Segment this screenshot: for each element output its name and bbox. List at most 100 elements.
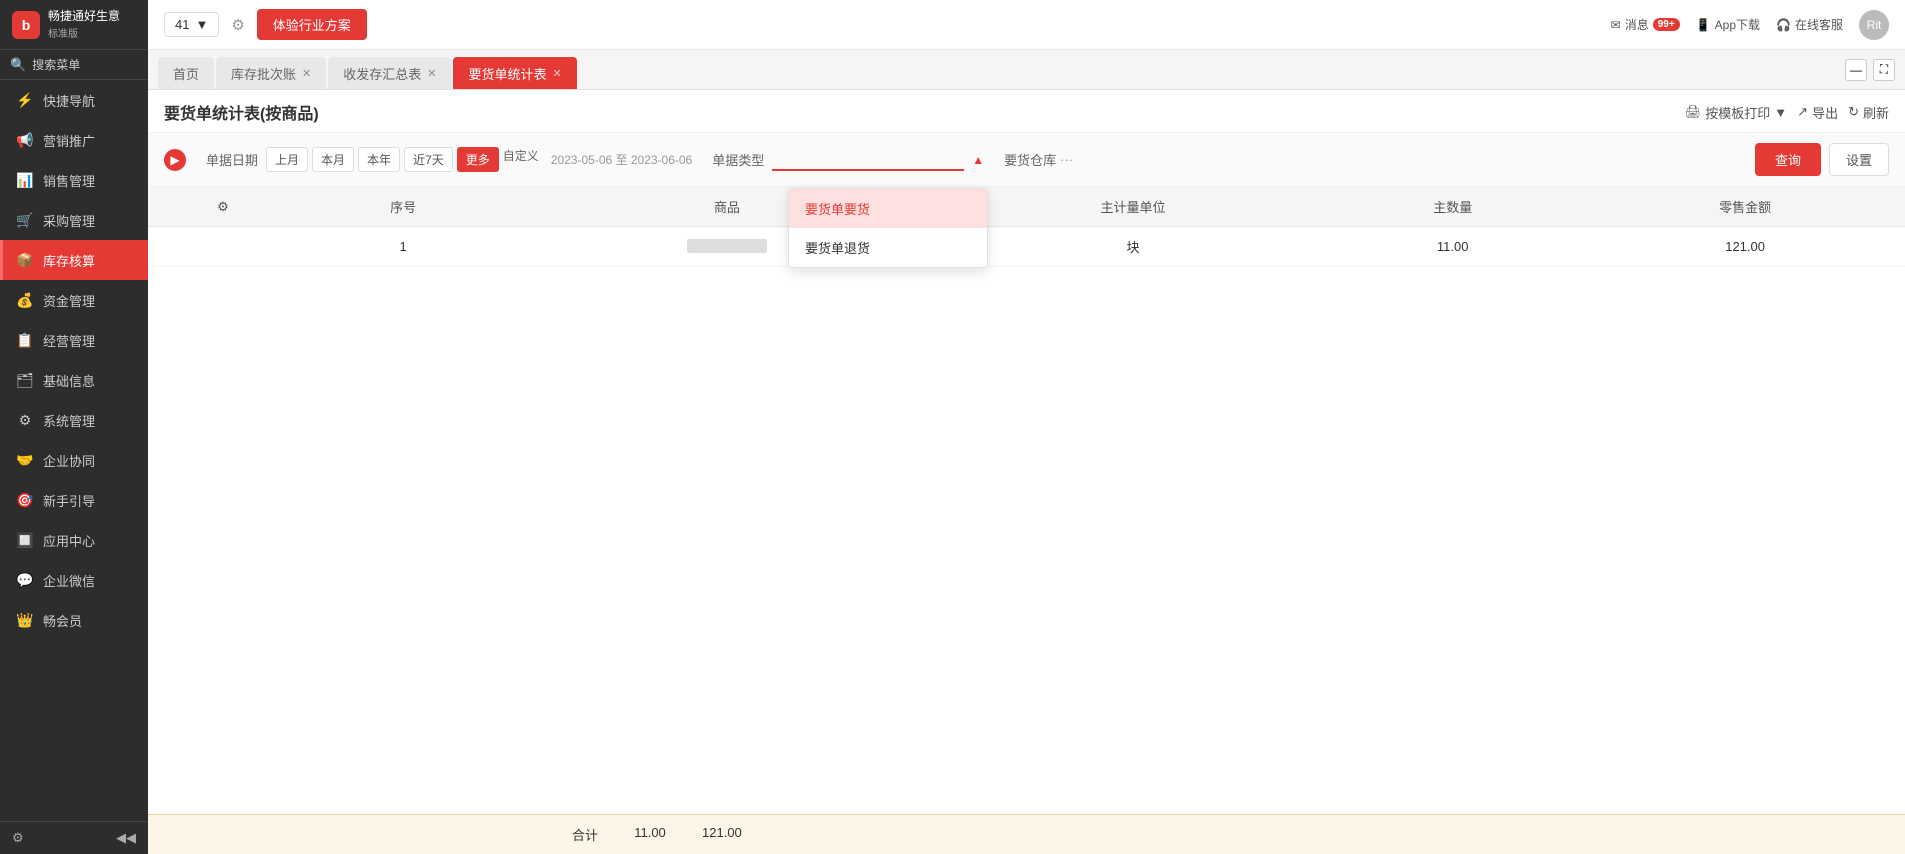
- page-header-actions: 🖨 按模板打印 ▼ ↗ 导出 ↻ 刷新: [1685, 103, 1889, 122]
- tabbar: 首页 库存批次账 ✕ 收发存汇总表 ✕ 要货单统计表 ✕ — ⛶: [148, 50, 1905, 90]
- footer-amount: 121.00: [690, 825, 754, 844]
- sidebar-item-sales-label: 销售管理: [43, 171, 95, 190]
- sidebar-item-apps-label: 应用中心: [43, 531, 95, 550]
- sidebar-item-quick-nav[interactable]: ⚡ 快捷导航: [0, 80, 148, 120]
- topbar-left: 41 ▼ ⚙ 体验行业方案: [164, 9, 367, 40]
- sidebar-item-member-label: 畅会员: [43, 611, 82, 630]
- sidebar-item-system[interactable]: ⚙ 系统管理: [0, 400, 148, 440]
- system-icon: ⚙: [15, 410, 35, 430]
- sidebar-item-purchase-label: 采购管理: [43, 211, 95, 230]
- apps-icon: 🔲: [15, 530, 35, 550]
- sidebar-item-operations[interactable]: 📋 经营管理: [0, 320, 148, 360]
- date-filter-group: 单据日期 上月 本月 本年 近7天 更多 自定义 2023-05-06 至 20…: [206, 147, 692, 172]
- tab-receive-summary-close[interactable]: ✕: [427, 67, 436, 80]
- product-name-blurred: [687, 239, 767, 253]
- topbar: 41 ▼ ⚙ 体验行业方案 ✉ 消息 99+ 📱 App下载 🎧 在线客服 Ri…: [148, 0, 1905, 50]
- type-dropdown-arrow[interactable]: ▲: [972, 153, 984, 167]
- sidebar-nav: ⚡ 快捷导航 📢 营销推广 📊 销售管理 🛒 采购管理 📦 库存核算 💰 资金管…: [0, 80, 148, 821]
- collapse-btn[interactable]: ◀◀: [116, 830, 136, 846]
- guide-icon: 🎯: [15, 490, 35, 510]
- service-label: 在线客服: [1795, 16, 1843, 33]
- settings-footer-btn[interactable]: ⚙: [12, 830, 24, 846]
- sidebar-item-apps[interactable]: 🔲 应用中心: [0, 520, 148, 560]
- online-service-btn[interactable]: 🎧 在线客服: [1776, 16, 1843, 33]
- basic-icon: 🗂: [15, 370, 35, 390]
- warehouse-more-icon[interactable]: ···: [1060, 152, 1073, 167]
- warehouse-filter-label: 要货仓库: [1004, 150, 1056, 169]
- sidebar-item-inventory-label: 库存核算: [43, 251, 95, 270]
- sidebar-footer: ⚙ ◀◀: [0, 821, 148, 854]
- page-title: 要货单统计表(按商品): [164, 100, 319, 124]
- filter-expand-btn[interactable]: ▶: [164, 149, 186, 171]
- tab-order-summary-close[interactable]: ✕: [553, 67, 562, 80]
- sidebar-item-guide[interactable]: 🎯 新手引导: [0, 480, 148, 520]
- sidebar-item-finance-label: 资金管理: [43, 291, 95, 310]
- sidebar-item-purchase[interactable]: 🛒 采购管理: [0, 200, 148, 240]
- table-header-row: ⚙ 序号 商品 主计量单位 主数量 零售金额: [148, 187, 1905, 227]
- dropdown-item-order-req[interactable]: 要货单要货: [789, 189, 987, 228]
- dropdown-item-order-return[interactable]: 要货单退货: [789, 228, 987, 267]
- tab-inventory-batch-close[interactable]: ✕: [302, 67, 311, 80]
- search-icon: 🔍: [10, 57, 26, 73]
- col-num: 序号: [298, 187, 508, 227]
- tab-receive-summary[interactable]: 收发存汇总表 ✕: [328, 57, 451, 89]
- refresh-btn[interactable]: ↻ 刷新: [1848, 103, 1889, 122]
- filter-settings-btn[interactable]: 设置: [1829, 143, 1889, 176]
- page-content: 要货单统计表(按商品) 🖨 按模板打印 ▼ ↗ 导出 ↻ 刷新 ▶: [148, 90, 1905, 854]
- date-btn-last-month[interactable]: 上月: [266, 147, 308, 172]
- print-chevron-icon: ▼: [1774, 105, 1787, 120]
- type-dropdown-menu: 要货单要货 要货单退货: [788, 188, 988, 268]
- phone-icon: 📱: [1696, 18, 1711, 32]
- sales-icon: 📊: [15, 170, 35, 190]
- date-btn-this-year[interactable]: 本年: [358, 147, 400, 172]
- tab-minimize-btn[interactable]: —: [1845, 59, 1867, 81]
- finance-icon: 💰: [15, 290, 35, 310]
- inventory-icon: 📦: [15, 250, 35, 270]
- industry-btn[interactable]: 体验行业方案: [257, 9, 367, 40]
- query-btn[interactable]: 查询: [1755, 143, 1821, 176]
- tab-inventory-batch[interactable]: 库存批次账 ✕: [216, 57, 326, 89]
- tab-order-summary[interactable]: 要货单统计表 ✕: [453, 57, 576, 89]
- print-template-btn[interactable]: 🖨 按模板打印 ▼: [1685, 103, 1787, 122]
- app-name: 畅捷通好生意: [48, 9, 120, 25]
- export-btn[interactable]: ↗ 导出: [1797, 103, 1838, 122]
- col-amount: 零售金额: [1585, 187, 1905, 227]
- sidebar-item-member[interactable]: 👑 畅会员: [0, 600, 148, 640]
- app-logo-icon: b: [12, 11, 40, 39]
- sidebar-item-marketing[interactable]: 📢 营销推广: [0, 120, 148, 160]
- sidebar-item-finance[interactable]: 💰 资金管理: [0, 280, 148, 320]
- sidebar-item-enterprise[interactable]: 🤝 企业协同: [0, 440, 148, 480]
- wechat-icon: 💬: [15, 570, 35, 590]
- app-download-btn[interactable]: 📱 App下载: [1696, 16, 1760, 33]
- sidebar-item-quick-nav-label: 快捷导航: [43, 91, 95, 110]
- enterprise-icon: 🤝: [15, 450, 35, 470]
- sidebar-search-label: 搜索菜单: [32, 56, 80, 73]
- topbar-gear-icon[interactable]: ⚙: [231, 16, 244, 34]
- sidebar-item-basic[interactable]: 🗂 基础信息: [0, 360, 148, 400]
- sidebar-item-operations-label: 经营管理: [43, 331, 95, 350]
- date-btn-more[interactable]: 更多: [457, 147, 499, 172]
- print-template-label: 按模板打印: [1705, 103, 1770, 122]
- sidebar-search[interactable]: 🔍 搜索菜单: [0, 50, 148, 80]
- tab-home[interactable]: 首页: [158, 57, 214, 89]
- type-filter-input[interactable]: [772, 148, 964, 171]
- quick-nav-icon: ⚡: [15, 90, 35, 110]
- operations-icon: 📋: [15, 330, 35, 350]
- date-btn-this-month[interactable]: 本月: [312, 147, 354, 172]
- sidebar-item-inventory[interactable]: 📦 库存核算: [0, 240, 148, 280]
- store-selector[interactable]: 41 ▼: [164, 12, 219, 37]
- date-btn-last-7-days[interactable]: 近7天: [404, 147, 453, 172]
- user-avatar[interactable]: Rit: [1859, 10, 1889, 40]
- sidebar-item-wechat[interactable]: 💬 企业微信: [0, 560, 148, 600]
- col-settings[interactable]: ⚙: [148, 187, 298, 227]
- sidebar-item-wechat-label: 企业微信: [43, 571, 95, 590]
- tab-maximize-btn[interactable]: ⛶: [1873, 59, 1895, 81]
- avatar-text: Rit: [1867, 18, 1882, 32]
- type-filter-group: 单据类型 ▲: [712, 148, 984, 171]
- purchase-icon: 🛒: [15, 210, 35, 230]
- date-custom-btn[interactable]: 自定义: [503, 147, 539, 172]
- store-selector-arrow: ▼: [195, 17, 208, 32]
- message-btn[interactable]: ✉ 消息 99+: [1611, 16, 1680, 33]
- row-unit-cell: 块: [946, 227, 1320, 267]
- sidebar-item-sales[interactable]: 📊 销售管理: [0, 160, 148, 200]
